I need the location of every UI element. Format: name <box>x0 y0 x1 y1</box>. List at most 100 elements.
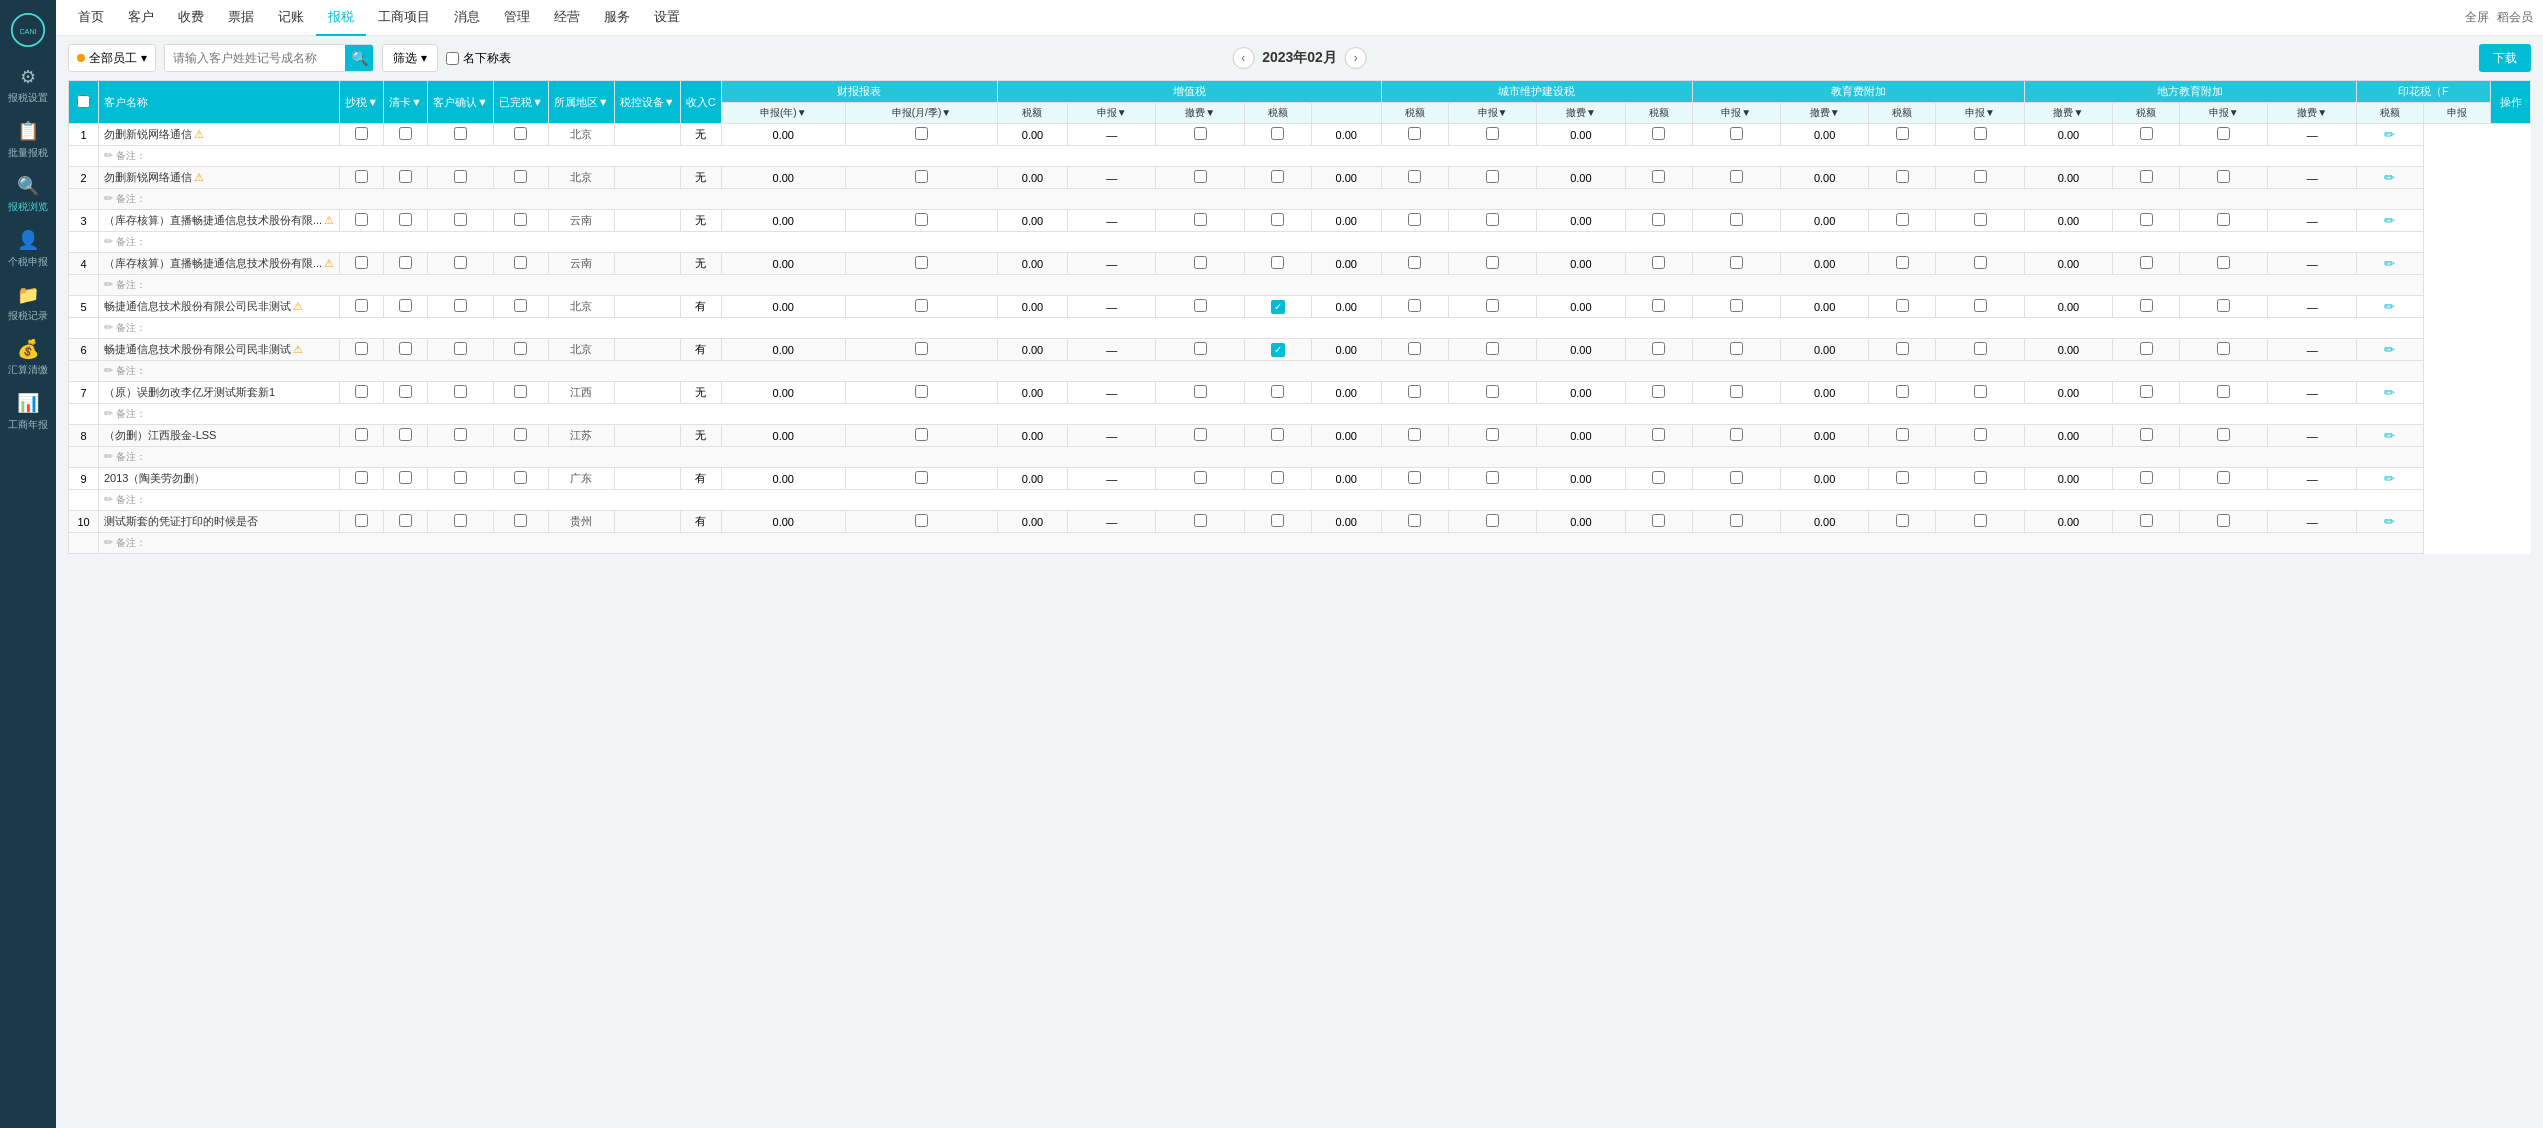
edu-check[interactable] <box>1652 428 1665 441</box>
city-revoke-check[interactable] <box>1486 256 1499 269</box>
clear-card-checkbox[interactable] <box>399 213 412 226</box>
paid-tax-cell[interactable] <box>493 425 548 447</box>
clear-card-cell[interactable] <box>384 511 428 533</box>
fullscreen-btn[interactable]: 全屏 <box>2465 9 2489 26</box>
city-revoke[interactable] <box>1448 210 1536 232</box>
search-input[interactable] <box>165 45 345 71</box>
edit-icon[interactable]: ✏ <box>2384 299 2395 314</box>
vat-chk2[interactable] <box>1244 511 1311 533</box>
edit-icon[interactable]: ✏ <box>2384 385 2395 400</box>
city-chk[interactable] <box>1381 167 1448 189</box>
copy-tax-cell[interactable] <box>340 382 384 404</box>
edu-check[interactable] <box>1652 342 1665 355</box>
stamp-revoke-check[interactable] <box>2217 342 2230 355</box>
city-chk[interactable] <box>1381 511 1448 533</box>
vat-check1[interactable] <box>1194 299 1207 312</box>
annual-chk[interactable] <box>845 296 997 318</box>
copy-tax-cell[interactable] <box>340 511 384 533</box>
confirm-checkbox[interactable] <box>454 514 467 527</box>
edit-cell[interactable]: ✏ <box>2356 210 2423 232</box>
edit-icon[interactable]: ✏ <box>2384 428 2395 443</box>
copy-tax-cell[interactable] <box>340 339 384 361</box>
vat-check1[interactable] <box>1194 385 1207 398</box>
copy-tax-cell[interactable] <box>340 296 384 318</box>
copy-tax-checkbox[interactable] <box>355 256 368 269</box>
paid-checkbox[interactable] <box>514 299 527 312</box>
edit-cell[interactable]: ✏ <box>2356 468 2423 490</box>
annual-chk[interactable] <box>845 167 997 189</box>
confirm-checkbox[interactable] <box>454 256 467 269</box>
edu-check[interactable] <box>1652 514 1665 527</box>
stamp-revoke-check[interactable] <box>2217 256 2230 269</box>
local-check[interactable] <box>1896 127 1909 140</box>
vat-chk1[interactable] <box>1156 253 1244 275</box>
stamp-revoke[interactable] <box>2180 210 2268 232</box>
edu-check[interactable] <box>1652 170 1665 183</box>
city-revoke-check[interactable] <box>1486 127 1499 140</box>
local-revoke-check[interactable] <box>1974 213 1987 226</box>
vat-check1[interactable] <box>1194 213 1207 226</box>
vat-chk2[interactable] <box>1244 425 1311 447</box>
sidebar-item-baoshuilulu[interactable]: 📁 报税记录 <box>0 276 56 330</box>
city-check[interactable] <box>1408 471 1421 484</box>
nav-home[interactable]: 首页 <box>66 0 116 36</box>
clear-card-checkbox[interactable] <box>399 342 412 355</box>
local-revoke-check[interactable] <box>1974 342 1987 355</box>
edit-cell[interactable]: ✏ <box>2356 511 2423 533</box>
clear-card-cell[interactable] <box>384 167 428 189</box>
local-revoke-check[interactable] <box>1974 514 1987 527</box>
confirm-checkbox[interactable] <box>454 170 467 183</box>
vat-chk1[interactable] <box>1156 296 1244 318</box>
sidebar-item-baoshuishezhi[interactable]: ⚙ 报税设置 <box>0 58 56 112</box>
edu-chk[interactable] <box>1625 511 1692 533</box>
local-check[interactable] <box>1896 428 1909 441</box>
paid-checkbox[interactable] <box>514 471 527 484</box>
clear-card-checkbox[interactable] <box>399 127 412 140</box>
sidebar-item-piliangshuishui[interactable]: 📋 批量报税 <box>0 112 56 166</box>
confirm-checkbox[interactable] <box>454 471 467 484</box>
paid-tax-cell[interactable] <box>493 167 548 189</box>
confirm-checkbox[interactable] <box>454 299 467 312</box>
city-check[interactable] <box>1408 514 1421 527</box>
vat-chk1[interactable] <box>1156 167 1244 189</box>
nav-manage[interactable]: 管理 <box>492 0 542 36</box>
clear-card-cell[interactable] <box>384 382 428 404</box>
employee-filter[interactable]: 全部员工 ▾ <box>68 44 156 72</box>
confirm-checkbox[interactable] <box>454 127 467 140</box>
city-revoke-check[interactable] <box>1486 299 1499 312</box>
checkbox[interactable] <box>1271 514 1284 527</box>
nav-industry[interactable]: 工商项目 <box>366 0 442 36</box>
edit-cell[interactable]: ✏ <box>2356 124 2423 146</box>
edu-revoke[interactable] <box>1692 296 1780 318</box>
edu-revoke-check[interactable] <box>1730 256 1743 269</box>
city-check[interactable] <box>1408 299 1421 312</box>
edu-revoke-check[interactable] <box>1730 127 1743 140</box>
edu-check[interactable] <box>1652 299 1665 312</box>
confirm-cell[interactable] <box>427 167 493 189</box>
edu-revoke[interactable] <box>1692 511 1780 533</box>
clear-card-cell[interactable] <box>384 339 428 361</box>
city-revoke[interactable] <box>1448 167 1536 189</box>
vat-chk1[interactable] <box>1156 382 1244 404</box>
local-revoke-check[interactable] <box>1974 299 1987 312</box>
vat-check1[interactable] <box>1194 170 1207 183</box>
clear-card-cell[interactable] <box>384 468 428 490</box>
confirm-checkbox[interactable] <box>454 385 467 398</box>
city-revoke[interactable] <box>1448 511 1536 533</box>
local-check[interactable] <box>1896 514 1909 527</box>
city-chk[interactable] <box>1381 296 1448 318</box>
local-check[interactable] <box>1896 385 1909 398</box>
stamp-chk[interactable] <box>2113 339 2180 361</box>
clear-card-checkbox[interactable] <box>399 256 412 269</box>
copy-tax-checkbox[interactable] <box>355 299 368 312</box>
local-revoke[interactable] <box>1936 124 2024 146</box>
local-revoke[interactable] <box>1936 296 2024 318</box>
city-check[interactable] <box>1408 256 1421 269</box>
city-chk[interactable] <box>1381 124 1448 146</box>
edit-icon[interactable]: ✏ <box>2384 127 2395 142</box>
stamp-revoke-check[interactable] <box>2217 385 2230 398</box>
stamp-revoke[interactable] <box>2180 511 2268 533</box>
paid-checkbox[interactable] <box>514 514 527 527</box>
annual-chk[interactable] <box>845 382 997 404</box>
edu-revoke[interactable] <box>1692 382 1780 404</box>
